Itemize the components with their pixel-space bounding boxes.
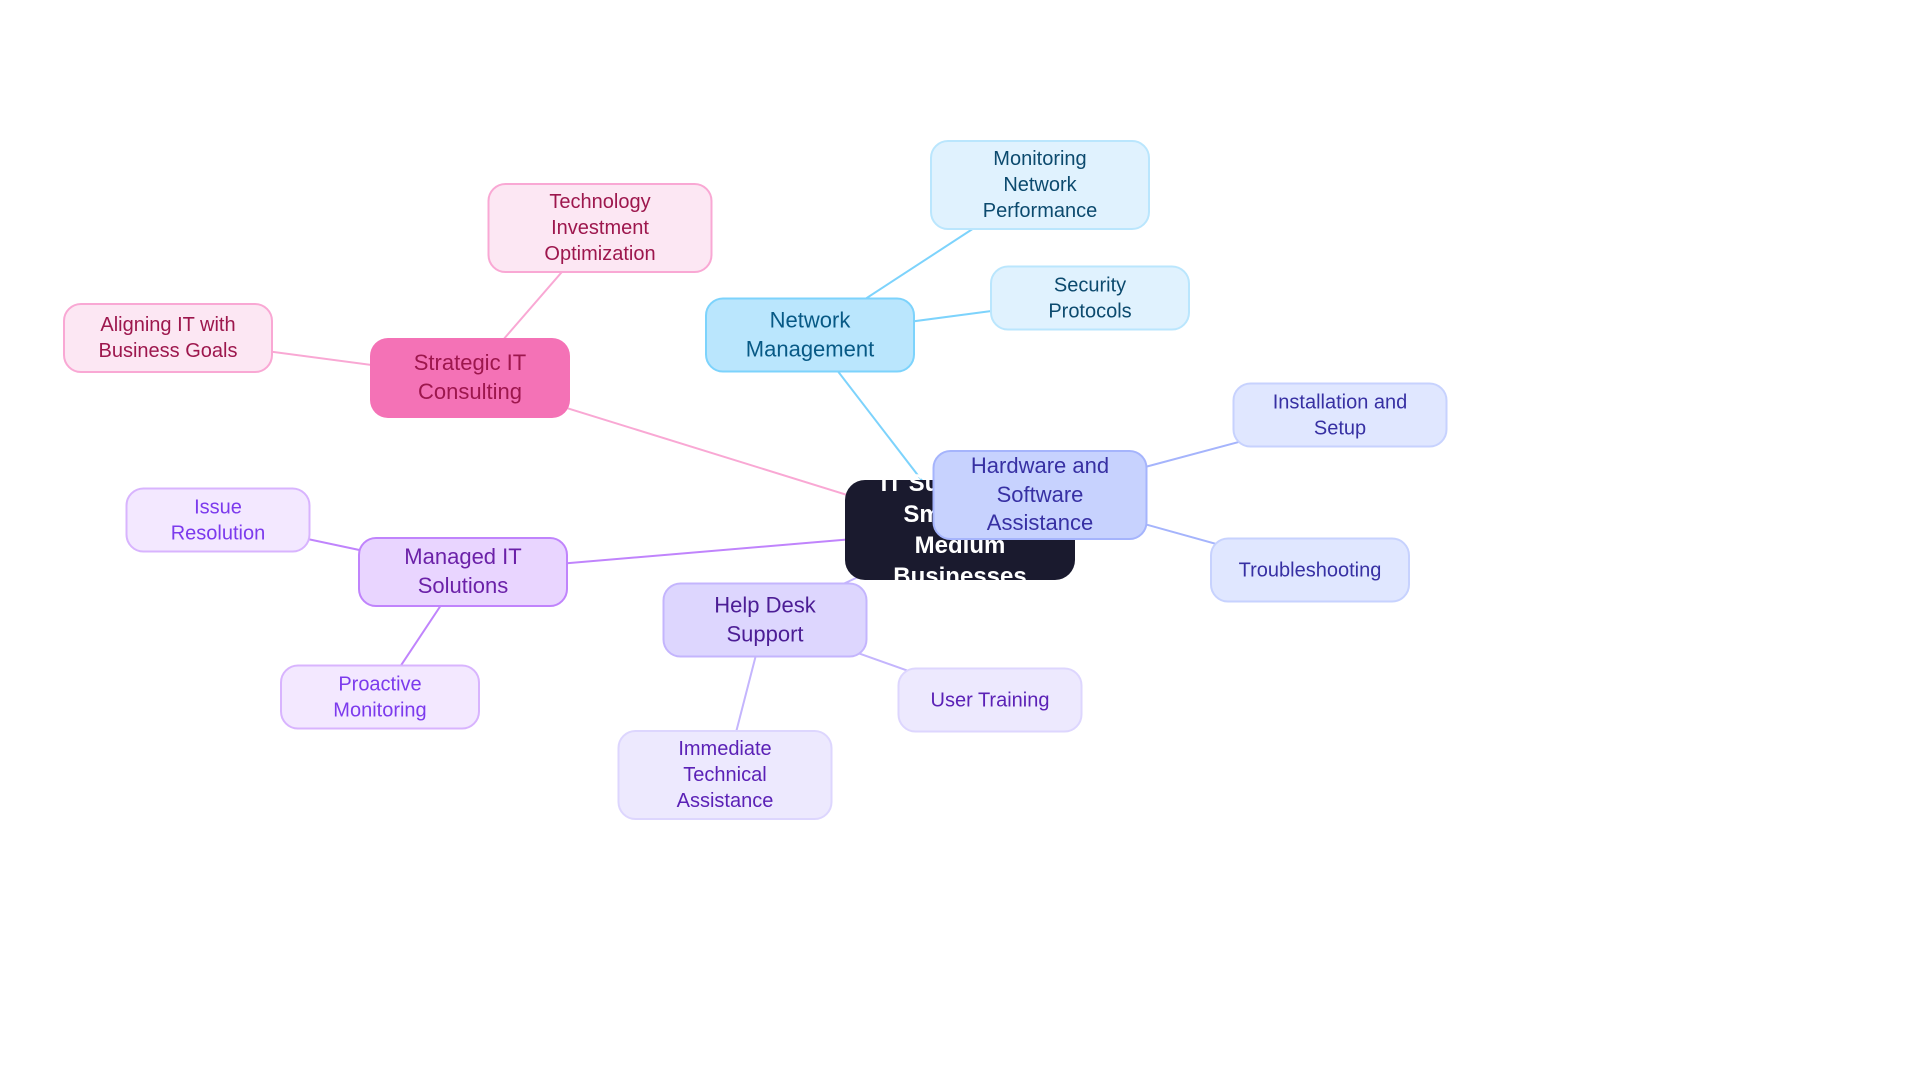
help-desk-support-node: Help Desk Support — [663, 583, 868, 658]
proactive-monitoring-node: Proactive Monitoring — [280, 665, 480, 730]
aligning-it-node: Aligning IT with Business Goals — [63, 303, 273, 373]
troubleshooting-node: Troubleshooting — [1210, 538, 1410, 603]
strategic-it-consulting-node: Strategic IT Consulting — [370, 338, 570, 418]
user-training-node: User Training — [898, 668, 1083, 733]
managed-it-solutions-node: Managed IT Solutions — [358, 537, 568, 607]
network-management-node: Network Management — [705, 298, 915, 373]
immediate-technical-node: Immediate Technical Assistance — [618, 730, 833, 820]
security-protocols-node: Security Protocols — [990, 266, 1190, 331]
hardware-software-node: Hardware and Software Assistance — [933, 450, 1148, 540]
issue-resolution-node: Issue Resolution — [126, 488, 311, 553]
monitoring-network-node: Monitoring Network Performance — [930, 140, 1150, 230]
technology-investment-node: Technology Investment Optimization — [488, 183, 713, 273]
installation-setup-node: Installation and Setup — [1233, 383, 1448, 448]
